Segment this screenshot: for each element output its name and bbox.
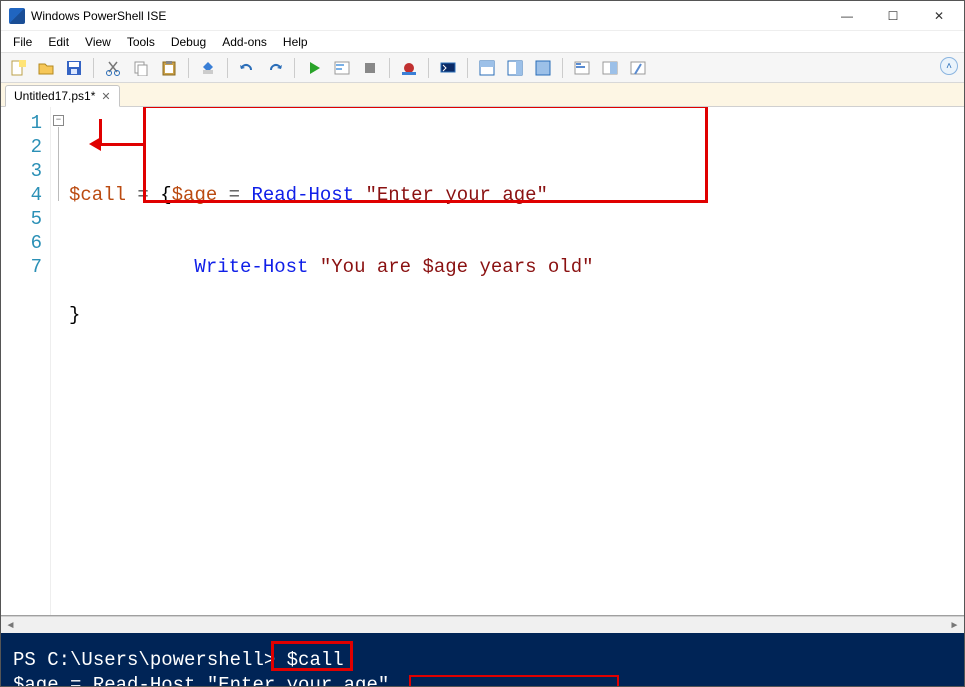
menu-view[interactable]: View <box>77 33 119 51</box>
tab-untitled17[interactable]: Untitled17.ps1* ✕ <box>5 85 120 107</box>
tab-label: Untitled17.ps1* <box>14 89 95 103</box>
code-line-1: $call = {$age = Read-Host "Enter your ag… <box>69 183 954 207</box>
console-line: PS C:\Users\powershell> $call <box>13 648 952 673</box>
collapse-toolbar-icon[interactable]: ˄ <box>940 57 958 75</box>
toolbar-separator <box>188 58 189 78</box>
scroll-right-icon[interactable]: ► <box>947 618 962 633</box>
toolbar-separator <box>428 58 429 78</box>
layout-right-icon[interactable] <box>502 56 528 80</box>
undo-icon[interactable] <box>234 56 260 80</box>
breakpoint-icon[interactable] <box>396 56 422 80</box>
menu-edit[interactable]: Edit <box>40 33 77 51</box>
toolbar-separator <box>93 58 94 78</box>
toolbar: ˄ <box>1 53 964 83</box>
options-icon[interactable] <box>625 56 651 80</box>
toolbar-separator <box>562 58 563 78</box>
annotation-vert2 <box>617 675 619 686</box>
new-icon[interactable] <box>5 56 31 80</box>
annotation-arrow <box>95 143 143 146</box>
clear-icon[interactable] <box>195 56 221 80</box>
toolbar-separator <box>227 58 228 78</box>
copy-icon[interactable] <box>128 56 154 80</box>
show-addon-icon[interactable] <box>597 56 623 80</box>
menu-file[interactable]: File <box>5 33 40 51</box>
window-title: Windows PowerShell ISE <box>31 9 824 23</box>
annotation-top <box>409 675 619 677</box>
stop-icon[interactable] <box>357 56 383 80</box>
code-line-4: } <box>69 303 954 327</box>
console-vscrollbar[interactable] <box>947 633 964 686</box>
menu-addons[interactable]: Add-ons <box>214 33 275 51</box>
titlebar: Windows PowerShell ISE — ☐ ✕ <box>1 1 964 31</box>
window-controls: — ☐ ✕ <box>824 1 962 31</box>
redo-icon[interactable] <box>262 56 288 80</box>
console-pane[interactable]: PS C:\Users\powershell> $call $age = Rea… <box>1 633 964 686</box>
app-icon <box>9 8 25 24</box>
toolbar-separator <box>467 58 468 78</box>
save-icon[interactable] <box>61 56 87 80</box>
run-icon[interactable] <box>301 56 327 80</box>
fold-guide <box>58 127 59 201</box>
tab-close-icon[interactable]: ✕ <box>101 90 110 103</box>
close-button[interactable]: ✕ <box>916 1 962 31</box>
fold-icon[interactable]: − <box>53 115 64 126</box>
script-editor[interactable]: 1 2 3 4 5 6 7 − $call = {$age = Read-Hos… <box>1 107 964 616</box>
code-area[interactable]: − $call = {$age = Read-Host "Enter your … <box>51 107 964 615</box>
run-selection-icon[interactable] <box>329 56 355 80</box>
menu-tools[interactable]: Tools <box>119 33 163 51</box>
cut-icon[interactable] <box>100 56 126 80</box>
paste-icon[interactable] <box>156 56 182 80</box>
code-line-3: Write-Host "You are $age years old" <box>69 255 954 279</box>
show-command-icon[interactable] <box>569 56 595 80</box>
toolbar-separator <box>294 58 295 78</box>
open-icon[interactable] <box>33 56 59 80</box>
menu-help[interactable]: Help <box>275 33 316 51</box>
layout-top-icon[interactable] <box>474 56 500 80</box>
minimize-button[interactable]: — <box>824 1 870 31</box>
layout-full-icon[interactable] <box>530 56 556 80</box>
editor-hscrollbar[interactable]: ◄ ► <box>1 616 964 633</box>
menu-debug[interactable]: Debug <box>163 33 214 51</box>
menubar: File Edit View Tools Debug Add-ons Help <box>1 31 964 53</box>
maximize-button[interactable]: ☐ <box>870 1 916 31</box>
editor-tabs: Untitled17.ps1* ✕ <box>1 83 964 107</box>
line-gutter: 1 2 3 4 5 6 7 <box>1 107 51 615</box>
remote-icon[interactable] <box>435 56 461 80</box>
scroll-left-icon[interactable]: ◄ <box>3 618 18 633</box>
annotation-arrow-head <box>89 137 101 151</box>
toolbar-separator <box>389 58 390 78</box>
